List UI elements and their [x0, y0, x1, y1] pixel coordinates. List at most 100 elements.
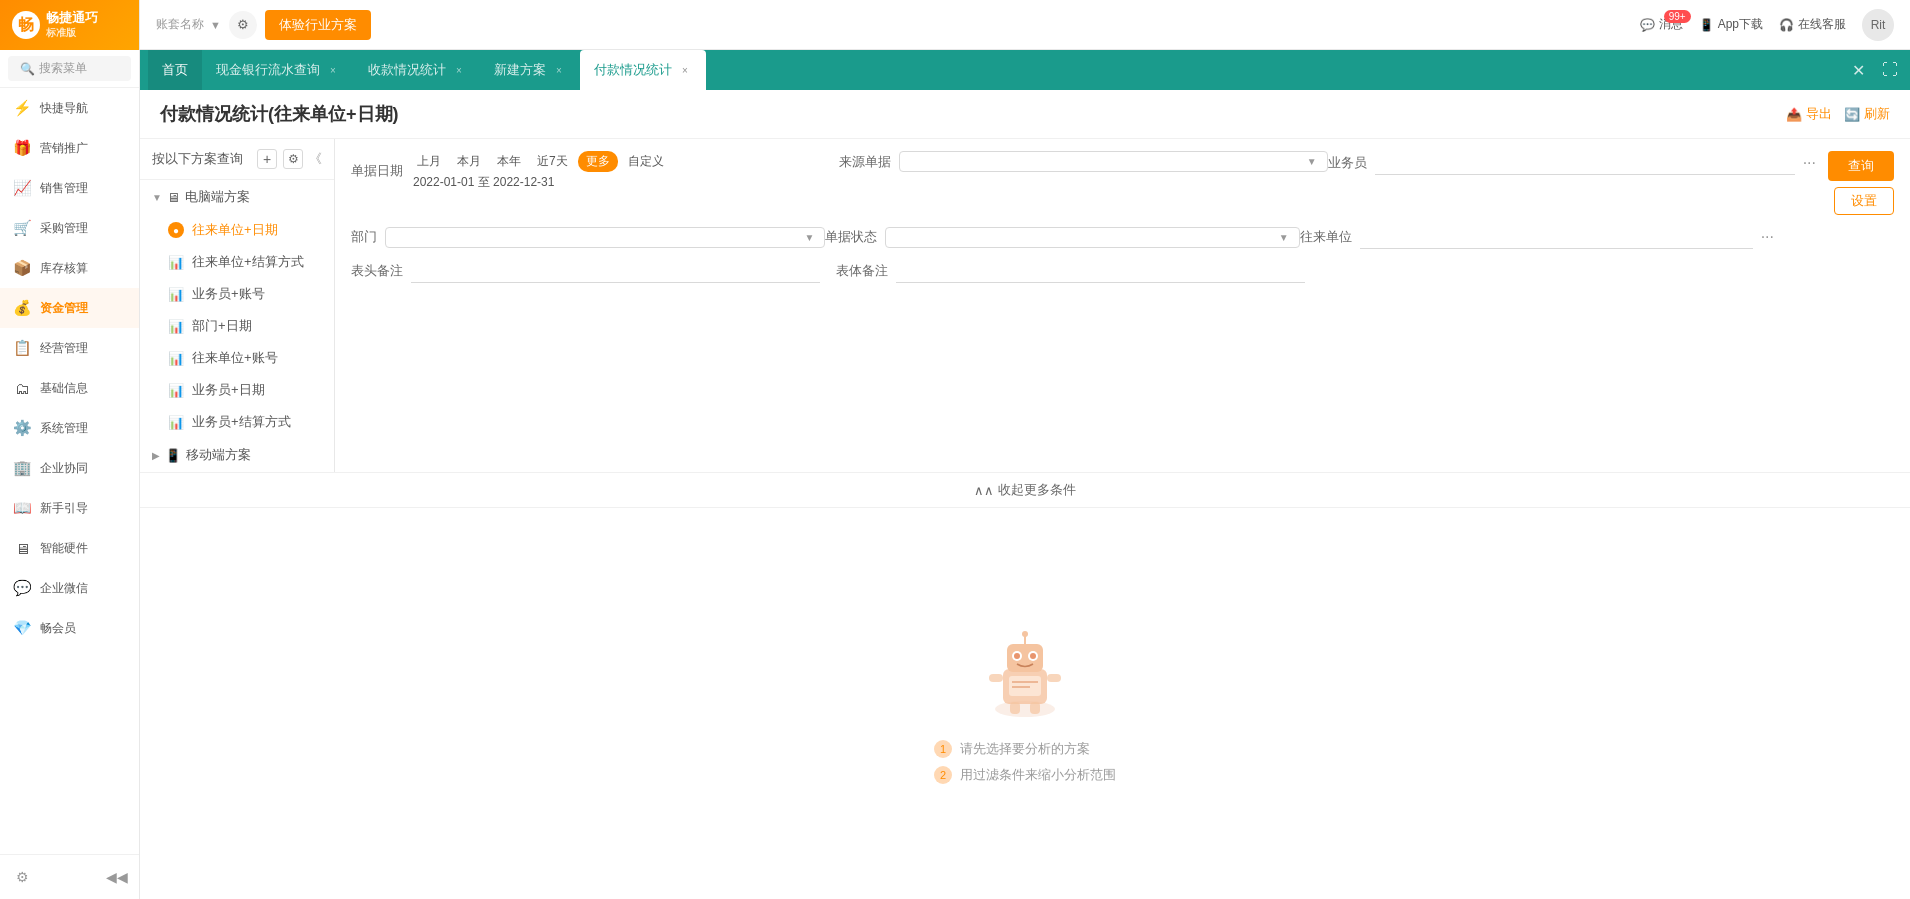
date-option-more[interactable]: 更多: [578, 151, 618, 172]
filter-cell-body-note: 表体备注: [836, 259, 1305, 283]
svg-rect-11: [1010, 702, 1020, 714]
chart-icon-3: 📊: [168, 319, 184, 334]
sidebar-logo: 畅 畅捷通巧 标准版: [0, 0, 139, 50]
sidebar-collapse-btn[interactable]: ◀◀: [103, 863, 131, 891]
sidebar-item-marketing[interactable]: 🎁 营销推广: [0, 128, 139, 168]
basic-icon: 🗂: [12, 378, 32, 398]
filter-row-2: 部门 ▼ 单据状态 ▼ 往来单位: [351, 225, 1894, 249]
scheme-collapse-btn[interactable]: 《: [309, 150, 322, 168]
scheme-item-counterparty-date[interactable]: ● 往来单位+日期: [140, 214, 334, 246]
maximize-btn[interactable]: ⛶: [1878, 58, 1902, 82]
tip-num-2: 2: [934, 766, 952, 784]
tab-close-receipt-stats[interactable]: ×: [452, 63, 466, 77]
export-icon: 📤: [1786, 107, 1802, 122]
tab-receipt-stats[interactable]: 收款情况统计 ×: [354, 50, 480, 90]
scheme-query-label: 按以下方案查询: [152, 150, 243, 168]
chart-icon-4: 📊: [168, 351, 184, 366]
tab-close-new-scheme[interactable]: ×: [552, 63, 566, 77]
sidebar-item-guide[interactable]: 📖 新手引导: [0, 488, 139, 528]
search-menu-btn[interactable]: 🔍 搜索菜单: [8, 56, 131, 81]
tab-payment-stats[interactable]: 付款情况统计 ×: [580, 50, 706, 90]
date-option-this-month[interactable]: 本月: [451, 151, 487, 172]
scheme-item-dept-date[interactable]: 📊 部门+日期: [140, 310, 334, 342]
page-header-actions: 📤 导出 🔄 刷新: [1786, 105, 1890, 123]
sidebar-item-purchase[interactable]: 🛒 采购管理: [0, 208, 139, 248]
mobile-group-header[interactable]: ▶ 📱 移动端方案: [140, 438, 334, 472]
scheme-item-salesman-settlement[interactable]: 📊 业务员+结算方式: [140, 406, 334, 438]
date-range-display: 2022-01-01 至 2022-12-31: [411, 174, 670, 191]
settings-btn[interactable]: 设置: [1834, 187, 1894, 215]
sidebar-item-quick-nav[interactable]: ⚡ 快捷导航: [0, 88, 139, 128]
sidebar-settings-btn[interactable]: ⚙: [8, 863, 36, 891]
query-btn[interactable]: 查询: [1828, 151, 1894, 181]
sidebar-item-enterprise[interactable]: 🏢 企业协同: [0, 448, 139, 488]
dept-select[interactable]: ▼: [385, 227, 825, 248]
scheme-item-counterparty-settlement[interactable]: 📊 往来单位+结算方式: [140, 246, 334, 278]
tab-close-payment-stats[interactable]: ×: [678, 63, 692, 77]
body-note-label: 表体备注: [836, 262, 888, 280]
scheme-header-btns: + ⚙ 《: [257, 149, 322, 169]
scheme-settings-btn[interactable]: ⚙: [283, 149, 303, 169]
scheme-item-counterparty-account[interactable]: 📊 往来单位+账号: [140, 342, 334, 374]
enterprise-icon: 🏢: [12, 458, 32, 478]
tab-cash-flow[interactable]: 现金银行流水查询 ×: [202, 50, 354, 90]
source-select[interactable]: ▼: [899, 151, 1327, 172]
main-area: 账套名称 ▼ ⚙ 体验行业方案 💬 消息 99+ 📱 App下载 🎧 在线客服 …: [140, 0, 1910, 899]
hardware-icon: 🖥: [12, 538, 32, 558]
salesman-dots[interactable]: ···: [1803, 154, 1816, 172]
topbar: 账套名称 ▼ ⚙ 体验行业方案 💬 消息 99+ 📱 App下载 🎧 在线客服 …: [140, 0, 1910, 50]
sidebar-search-area[interactable]: 🔍 搜索菜单: [0, 50, 139, 88]
account-selector[interactable]: 账套名称 ▼: [156, 16, 221, 33]
scheme-item-salesman-date[interactable]: 📊 业务员+日期: [140, 374, 334, 406]
tab-home[interactable]: 首页: [148, 50, 202, 90]
wechat-icon: 💬: [12, 578, 32, 598]
sidebar-item-hardware[interactable]: 🖥 智能硬件: [0, 528, 139, 568]
close-all-tabs-btn[interactable]: ✕: [1846, 58, 1870, 82]
settings-icon[interactable]: ⚙: [229, 11, 257, 39]
sidebar-item-system[interactable]: ⚙️ 系统管理: [0, 408, 139, 448]
status-select[interactable]: ▼: [885, 227, 1299, 248]
date-option-7days[interactable]: 近7天: [531, 151, 574, 172]
empty-state: 1 请先选择要分析的方案 2 用过滤条件来缩小分析范围: [934, 624, 1116, 784]
date-option-custom[interactable]: 自定义: [622, 151, 670, 172]
message-icon: 💬: [1640, 18, 1655, 32]
svg-rect-12: [1030, 702, 1040, 714]
nav-tabs: 首页 现金银行流水查询 × 收款情况统计 × 新建方案 × 付款情况统计 × ✕…: [140, 50, 1910, 90]
page-title: 付款情况统计(往来单位+日期): [160, 102, 399, 126]
sidebar-item-sales[interactable]: 📈 销售管理: [0, 168, 139, 208]
svg-point-5: [1014, 653, 1020, 659]
sidebar-item-vip[interactable]: 💎 畅会员: [0, 608, 139, 648]
inventory-icon: 📦: [12, 258, 32, 278]
svg-rect-13: [1009, 676, 1041, 696]
sidebar-item-wechat[interactable]: 💬 企业微信: [0, 568, 139, 608]
online-service-btn[interactable]: 🎧 在线客服: [1779, 16, 1846, 33]
sidebar-item-basic[interactable]: 🗂 基础信息: [0, 368, 139, 408]
scheme-panel-header: 按以下方案查询 + ⚙ 《: [140, 139, 334, 180]
sidebar-item-inventory[interactable]: 📦 库存核算: [0, 248, 139, 288]
counterparty-dots[interactable]: ···: [1761, 228, 1774, 246]
sidebar-item-operation[interactable]: 📋 经营管理: [0, 328, 139, 368]
app-download-btn[interactable]: 📱 App下载: [1699, 16, 1763, 33]
collapse-bar[interactable]: ∧∧ 收起更多条件: [140, 473, 1910, 508]
tab-close-cash-flow[interactable]: ×: [326, 63, 340, 77]
mobile-scheme-group: ▶ 📱 移动端方案: [140, 438, 334, 472]
vip-icon: 💎: [12, 618, 32, 638]
download-icon: 📱: [1699, 18, 1714, 32]
date-option-last-month[interactable]: 上月: [411, 151, 447, 172]
filter-cell-date: 单据日期 上月 本月 本年 近7天 更多 自定义 2022-01-01 至 20…: [351, 151, 839, 191]
industry-btn[interactable]: 体验行业方案: [265, 10, 371, 40]
fund-icon: 💰: [12, 298, 32, 318]
tab-new-scheme[interactable]: 新建方案 ×: [480, 50, 580, 90]
query-btns-col: 查询 设置: [1828, 151, 1894, 215]
add-scheme-btn[interactable]: +: [257, 149, 277, 169]
export-btn[interactable]: 📤 导出: [1786, 105, 1832, 123]
avatar[interactable]: Rit: [1862, 9, 1894, 41]
sidebar-item-fund[interactable]: 💰 资金管理: [0, 288, 139, 328]
sidebar-nav: ⚡ 快捷导航 🎁 营销推广 📈 销售管理 🛒 采购管理 📦 库存核算 💰 资金管…: [0, 88, 139, 854]
date-option-this-year[interactable]: 本年: [491, 151, 527, 172]
chart-icon-1: 📊: [168, 255, 184, 270]
scheme-item-salesman-account[interactable]: 📊 业务员+账号: [140, 278, 334, 310]
message-btn[interactable]: 💬 消息 99+: [1640, 16, 1683, 33]
desktop-group-header[interactable]: ▼ 🖥 电脑端方案: [140, 180, 334, 214]
refresh-btn[interactable]: 🔄 刷新: [1844, 105, 1890, 123]
